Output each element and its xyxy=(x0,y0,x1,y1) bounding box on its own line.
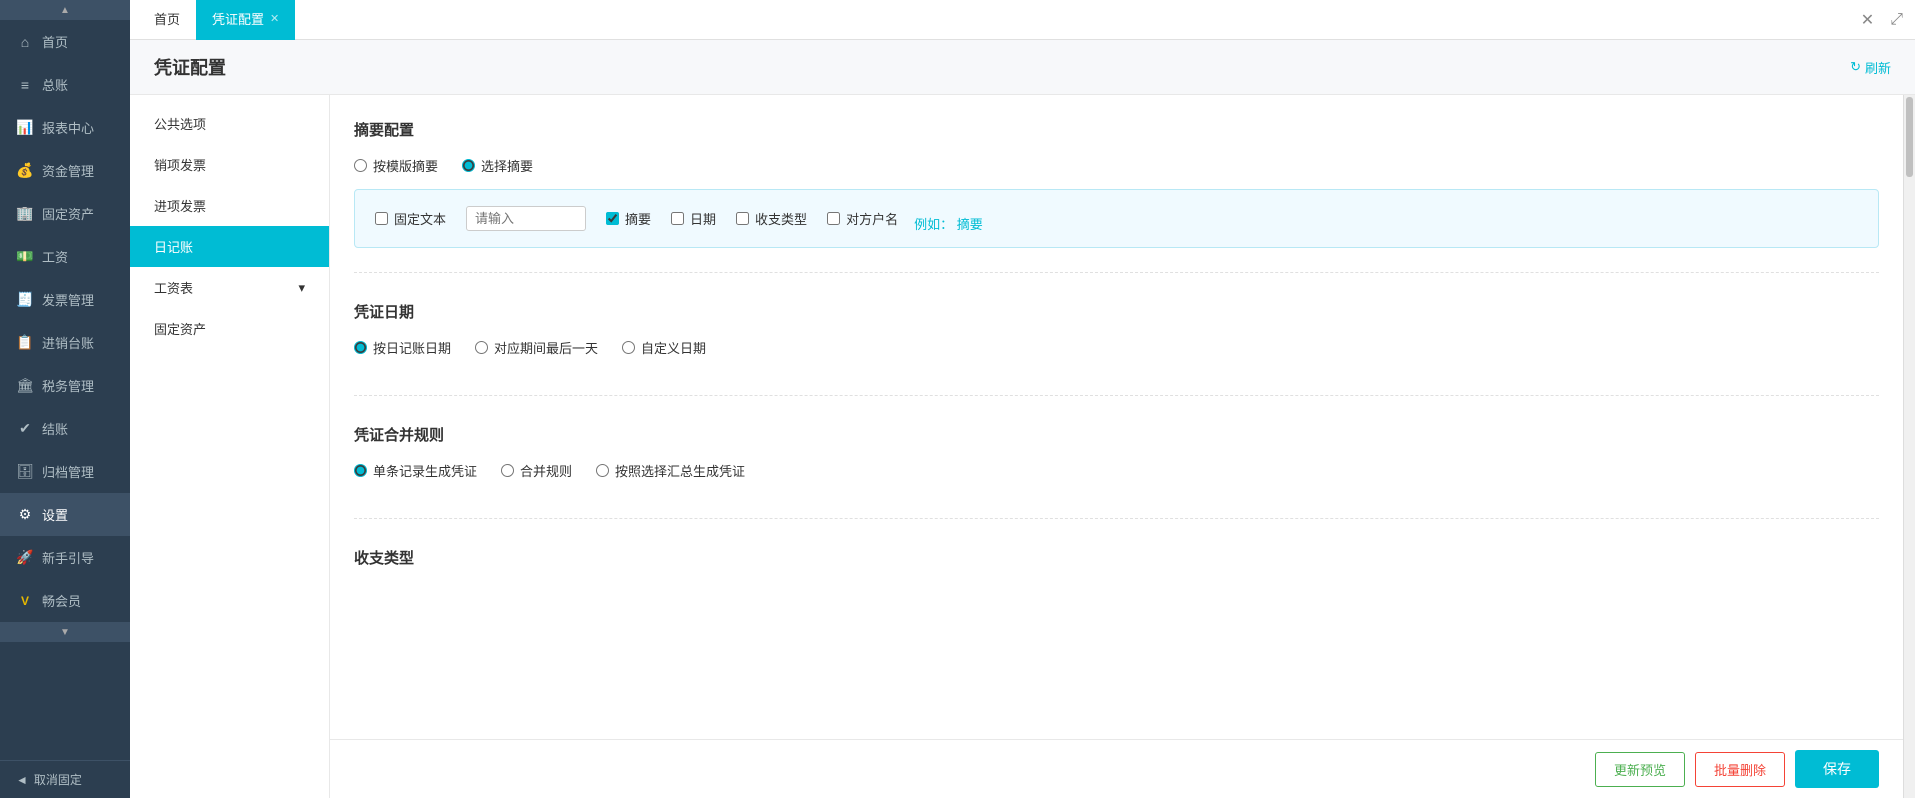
content-body: 公共选项 销项发票 进项发票 日记账 工资表 ▾ 固定资产 xyxy=(130,95,1915,798)
example-text: 例如： 摘要 xyxy=(914,214,983,233)
sidebar-unpin-button[interactable]: ◄ 取消固定 xyxy=(0,760,130,798)
nav-item-sales[interactable]: 销项发票 xyxy=(130,144,329,185)
summary-mode-select[interactable]: 选择摘要 xyxy=(462,156,533,175)
sidebar-item-ledger[interactable]: ≡ 总账 xyxy=(0,63,130,106)
refresh-button[interactable]: ↻ 刷新 xyxy=(1850,58,1891,77)
archive-icon: 🗄 xyxy=(16,463,34,480)
date-options-group: 按日记账日期 对应期间最后一天 自定义日期 xyxy=(354,338,1879,357)
report-icon: 📊 xyxy=(16,119,34,136)
tax-icon: 🏛 xyxy=(16,377,34,394)
sidebar-item-guide[interactable]: 🚀 新手引导 xyxy=(0,536,130,579)
checkbox-income-type[interactable]: 收支类型 xyxy=(736,209,807,228)
left-nav: 公共选项 销项发票 进项发票 日记账 工资表 ▾ 固定资产 xyxy=(130,95,330,798)
sidebar-item-settings[interactable]: ⚙ 设置 xyxy=(0,493,130,536)
merge-option-rule[interactable]: 合并规则 xyxy=(501,461,572,480)
refresh-icon: ↻ xyxy=(1850,59,1861,75)
scrollbar-thumb[interactable] xyxy=(1906,97,1913,177)
save-button[interactable]: 保存 xyxy=(1795,750,1879,788)
page-header: 凭证配置 ↻ 刷新 xyxy=(130,40,1915,95)
pin-icon: ◄ xyxy=(16,773,28,787)
sidebar-item-trade[interactable]: 📋 进销台账 xyxy=(0,321,130,364)
guide-icon: 🚀 xyxy=(16,549,34,566)
date-section-title: 凭证日期 xyxy=(354,301,1879,322)
batch-delete-button[interactable]: 批量删除 xyxy=(1695,752,1785,787)
main-area: 首页 凭证配置 ✕ ✕ ⤢ 凭证配置 ↻ 刷新 公共选项 xyxy=(130,0,1915,798)
checkbox-fixed-text[interactable]: 固定文本 xyxy=(375,209,446,228)
tab-voucher-config[interactable]: 凭证配置 ✕ xyxy=(196,0,295,40)
tab-close-button[interactable]: ✕ xyxy=(270,12,279,25)
sidebar-item-tax[interactable]: 🏛 税务管理 xyxy=(0,364,130,407)
checkout-icon: ✔ xyxy=(16,420,34,437)
bottom-bar: 更新预览 批量删除 保存 xyxy=(330,739,1903,798)
nav-item-payroll[interactable]: 工资表 ▾ xyxy=(130,267,329,308)
merge-section: 凭证合并规则 单条记录生成凭证 合并规则 xyxy=(354,424,1879,519)
sidebar-item-home[interactable]: ⌂ 首页 xyxy=(0,20,130,63)
asset-icon: 🏢 xyxy=(16,205,34,222)
merge-section-title: 凭证合并规则 xyxy=(354,424,1879,445)
page-title: 凭证配置 xyxy=(154,54,226,80)
fund-icon: 💰 xyxy=(16,162,34,179)
chevron-down-icon: ▾ xyxy=(298,280,305,296)
summary-section: 摘要配置 按模版摘要 选择摘要 xyxy=(354,119,1879,273)
settings-icon: ⚙ xyxy=(16,506,34,523)
sidebar-item-report[interactable]: 📊 报表中心 xyxy=(0,106,130,149)
sidebar-item-salary[interactable]: 💵 工资 xyxy=(0,235,130,278)
tab-bar-right: ✕ ⤢ xyxy=(1857,6,1907,34)
nav-item-journal[interactable]: 日记账 xyxy=(130,226,329,267)
date-option-journal[interactable]: 按日记账日期 xyxy=(354,338,451,357)
window-expand-button[interactable]: ⤢ xyxy=(1886,7,1907,33)
checkbox-counterpart-name[interactable]: 对方户名 xyxy=(827,209,898,228)
sidebar: ▲ ⌂ 首页 ≡ 总账 📊 报表中心 💰 资金管理 🏢 固定资产 💵 工资 🧾 … xyxy=(0,0,130,798)
nav-item-purchase[interactable]: 进项发票 xyxy=(130,185,329,226)
summary-mode-template[interactable]: 按模版摘要 xyxy=(354,156,438,175)
tab-bar: 首页 凭证配置 ✕ ✕ ⤢ xyxy=(130,0,1915,40)
invoice-icon: 🧾 xyxy=(16,291,34,308)
fixed-text-input[interactable] xyxy=(466,206,586,231)
merge-option-total[interactable]: 按照选择汇总生成凭证 xyxy=(596,461,745,480)
merge-option-single[interactable]: 单条记录生成凭证 xyxy=(354,461,477,480)
date-section: 凭证日期 按日记账日期 对应期间最后一天 xyxy=(354,301,1879,396)
sidebar-item-asset[interactable]: 🏢 固定资产 xyxy=(0,192,130,235)
sidebar-item-archive[interactable]: 🗄 归档管理 xyxy=(0,450,130,493)
merge-options-group: 单条记录生成凭证 合并规则 按照选择汇总生成凭证 xyxy=(354,461,1879,480)
salary-icon: 💵 xyxy=(16,248,34,265)
sidebar-scroll-down[interactable]: ▼ xyxy=(0,622,130,642)
update-preview-button[interactable]: 更新预览 xyxy=(1595,752,1685,787)
sidebar-scroll-up[interactable]: ▲ xyxy=(0,0,130,20)
home-icon: ⌂ xyxy=(16,34,34,50)
page-content: 凭证配置 ↻ 刷新 公共选项 销项发票 进项发票 日记账 xyxy=(130,40,1915,798)
date-option-custom[interactable]: 自定义日期 xyxy=(622,338,706,357)
summary-section-title: 摘要配置 xyxy=(354,119,1879,140)
tab-home[interactable]: 首页 xyxy=(138,0,196,40)
trade-icon: 📋 xyxy=(16,334,34,351)
ledger-icon: ≡ xyxy=(16,77,34,93)
nav-item-fixed-asset[interactable]: 固定资产 xyxy=(130,308,329,349)
outer-scrollbar[interactable] xyxy=(1903,95,1915,798)
sidebar-item-fund[interactable]: 💰 资金管理 xyxy=(0,149,130,192)
right-content: 摘要配置 按模版摘要 选择摘要 xyxy=(330,95,1903,739)
checkbox-summary[interactable]: 摘要 xyxy=(606,209,651,228)
summary-mode-group: 按模版摘要 选择摘要 xyxy=(354,156,1879,175)
abstract-config-box: 固定文本 摘要 日期 xyxy=(354,189,1879,248)
sidebar-item-vip[interactable]: V 畅会员 xyxy=(0,579,130,622)
date-option-last-day[interactable]: 对应期间最后一天 xyxy=(475,338,598,357)
checkbox-date[interactable]: 日期 xyxy=(671,209,716,228)
sidebar-item-invoice[interactable]: 🧾 发票管理 xyxy=(0,278,130,321)
sidebar-item-checkout[interactable]: ✔ 结账 xyxy=(0,407,130,450)
abstract-checkbox-row: 固定文本 摘要 日期 xyxy=(375,206,898,231)
window-close-button[interactable]: ✕ xyxy=(1857,6,1878,34)
income-section: 收支类型 xyxy=(354,547,1879,608)
vip-icon: V xyxy=(16,594,34,608)
nav-item-public[interactable]: 公共选项 xyxy=(130,103,329,144)
income-section-title: 收支类型 xyxy=(354,547,1879,568)
